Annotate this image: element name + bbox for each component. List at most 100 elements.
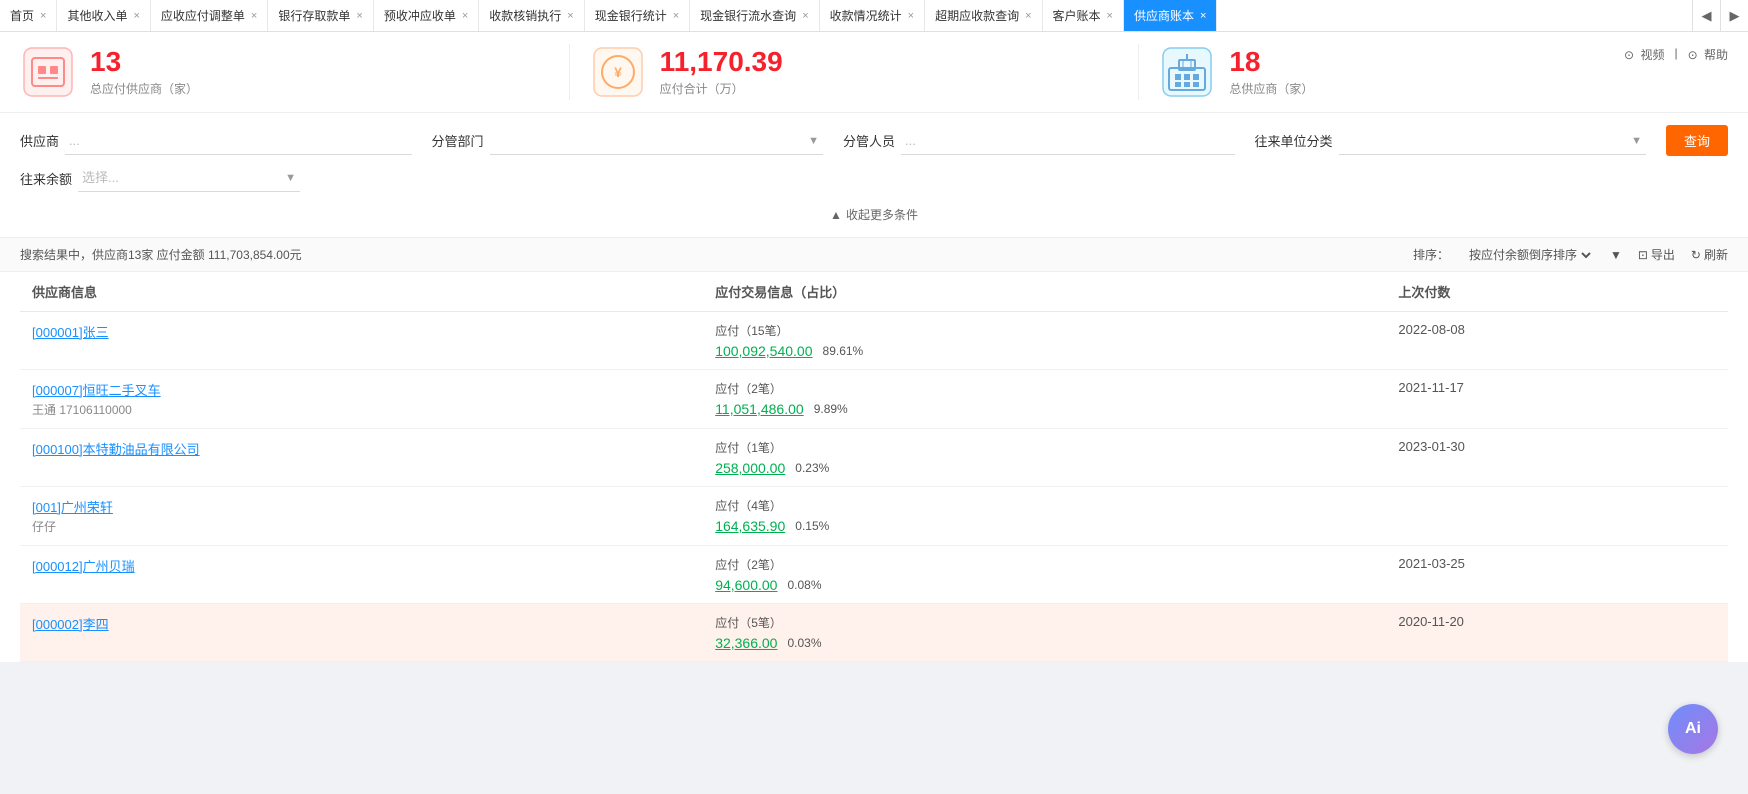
tx-cell: 应付（15笔）100,092,540.0089.61% xyxy=(703,312,1386,370)
filter-person: 分管人员 xyxy=(843,127,1235,155)
tx-percentage: 0.03% xyxy=(787,636,821,650)
close-tab-bank[interactable]: × xyxy=(356,10,362,22)
filter-supplier: 供应商 xyxy=(20,127,412,155)
export-button[interactable]: ⊡ 导出 xyxy=(1638,246,1675,263)
card-text-total: 18 总供应商（家） xyxy=(1229,47,1313,98)
tx-label: 应付（5笔） xyxy=(715,614,1374,631)
supplier-input[interactable] xyxy=(65,127,411,155)
supplier-cell: [000002]李四 xyxy=(20,604,703,662)
close-tab-prepay[interactable]: × xyxy=(462,10,468,22)
last-pay-date: 2021-03-25 xyxy=(1398,556,1465,571)
tx-amount[interactable]: 258,000.00 xyxy=(715,460,785,476)
result-actions: 排序： 按应付余额倒序排序 ▼ ⊡ 导出 ↻ 刷新 xyxy=(1413,246,1728,263)
last-pay-date: 2021-11-17 xyxy=(1398,380,1464,395)
filter-row-1: 供应商 分管部门 ▼ 分管人员 往来单位分类 ▼ 查询 xyxy=(20,125,1728,156)
close-tab-home[interactable]: × xyxy=(40,10,46,22)
dept-input[interactable] xyxy=(490,127,823,155)
tx-label: 应付（2笔） xyxy=(715,380,1374,397)
nav-prev-button[interactable]: ◀ xyxy=(1692,0,1720,32)
close-tab-cashflow[interactable]: × xyxy=(802,10,808,22)
tx-cell: 应付（1笔） 258,000.00 0.23% xyxy=(703,429,1386,487)
category-input[interactable] xyxy=(1339,127,1646,155)
query-button[interactable]: 查询 xyxy=(1666,125,1728,156)
category-label: 往来单位分类 xyxy=(1255,131,1333,150)
filter-category: 往来单位分类 ▼ xyxy=(1255,127,1647,155)
refresh-icon: ↻ xyxy=(1691,248,1701,262)
supplier-link[interactable]: [000002]李四 xyxy=(32,617,109,632)
supplier-cell: [000007]恒旺二手叉车王通 17106110000 xyxy=(20,370,703,429)
close-tab-recvstat[interactable]: × xyxy=(908,10,914,22)
balance-label: 往来余额 xyxy=(20,169,72,188)
nav-arrows: ◀ ▶ xyxy=(1692,0,1748,32)
nav-tab-prepay[interactable]: 预收冲应收单 × xyxy=(374,0,479,32)
nav-tab-overdue[interactable]: 超期应收款查询 × xyxy=(925,0,1042,32)
nav-next-button[interactable]: ▶ xyxy=(1720,0,1748,32)
card-text-amount: 11,170.39 应付合计（万） xyxy=(660,47,783,98)
tx-amount[interactable]: 164,635.90 xyxy=(715,518,785,534)
ai-assistant-button[interactable]: Ai xyxy=(1668,704,1718,754)
nav-tab-adjust[interactable]: 应收应付调整单 × xyxy=(151,0,268,32)
last-pay-cell: 2020-11-20 xyxy=(1386,604,1728,662)
nav-tab-income[interactable]: 其他收入单 × xyxy=(57,0,150,32)
close-tab-adjust[interactable]: × xyxy=(251,10,257,22)
result-summary: 搜索结果中，供应商13家 应付金额 111,703,854.00元 xyxy=(20,246,302,263)
tx-cell: 应付（4笔）164,635.900.15% xyxy=(703,487,1386,546)
supplier-link[interactable]: [000001]张三 xyxy=(32,325,109,340)
suppliers-label: 总应付供应商（家） xyxy=(90,80,198,97)
nav-tab-cashflow[interactable]: 现金银行流水查询 × xyxy=(690,0,819,32)
supplier-link[interactable]: [001]广州荣轩 xyxy=(32,500,113,515)
close-tab-income[interactable]: × xyxy=(133,10,139,22)
close-tab-cashstat[interactable]: × xyxy=(673,10,679,22)
nav-tab-home[interactable]: 首页 × xyxy=(0,0,57,32)
table-scroll[interactable]: 供应商信息 应付交易信息（占比） 上次付数 [000001]张三应付（15笔）1… xyxy=(20,272,1728,662)
close-tab-verify[interactable]: × xyxy=(567,10,573,22)
supplier-link[interactable]: [000007]恒旺二手叉车 xyxy=(32,383,161,398)
filter-row-2: 往来余额 ▼ xyxy=(20,164,1728,192)
last-pay-cell xyxy=(1386,487,1728,546)
tx-cell: 应付（2笔）11,051,486.009.89% xyxy=(703,370,1386,429)
close-tab-custbook[interactable]: × xyxy=(1107,10,1113,22)
balance-input[interactable] xyxy=(78,164,300,192)
refresh-button[interactable]: ↻ 刷新 xyxy=(1691,246,1728,263)
supplier-table: 供应商信息 应付交易信息（占比） 上次付数 [000001]张三应付（15笔）1… xyxy=(20,272,1728,662)
dept-select-wrap: ▼ xyxy=(490,127,823,155)
amount-label: 应付合计（万） xyxy=(660,80,783,97)
sort-down-icon: ▼ xyxy=(1610,248,1622,262)
export-icon: ⊡ xyxy=(1638,248,1648,262)
last-pay-cell: 2023-01-30 xyxy=(1386,429,1728,487)
tx-percentage: 0.15% xyxy=(795,519,829,533)
close-tab-overdue[interactable]: × xyxy=(1025,10,1031,22)
tx-amount[interactable]: 100,092,540.00 xyxy=(715,343,812,359)
suppliers-count: 13 xyxy=(90,47,198,78)
supplier-link[interactable]: [000012]广州贝瑞 xyxy=(32,559,135,574)
balance-select-wrap: ▼ xyxy=(78,164,300,192)
nav-tab-verify[interactable]: 收款核销执行 × xyxy=(479,0,584,32)
supplier-label: 供应商 xyxy=(20,131,59,150)
close-tab-suppbook[interactable]: × xyxy=(1200,10,1206,22)
nav-tab-custbook[interactable]: 客户账本 × xyxy=(1043,0,1124,32)
person-input[interactable] xyxy=(901,127,1234,155)
sort-select[interactable]: 按应付余额倒序排序 xyxy=(1465,247,1594,263)
table-row: [000007]恒旺二手叉车王通 17106110000 应付（2笔） 11,051… xyxy=(20,370,1728,429)
help-link[interactable]: ⊙ 帮助 xyxy=(1688,46,1728,63)
tx-amount[interactable]: 32,366.00 xyxy=(715,635,777,651)
collapse-button[interactable]: ▲ 收起更多条件 xyxy=(820,204,928,225)
supplier-sub-info: 王通 17106110000 xyxy=(32,401,691,418)
tx-label: 应付（1笔） xyxy=(715,439,1374,456)
nav-tab-cashstat[interactable]: 现金银行统计 × xyxy=(585,0,690,32)
nav-tab-suppbook[interactable]: 供应商账本 × xyxy=(1124,0,1217,32)
nav-tab-bank[interactable]: 银行存取款单 × xyxy=(268,0,373,32)
video-circle-icon: ⊙ xyxy=(1624,48,1634,62)
tx-amount[interactable]: 94,600.00 xyxy=(715,577,777,593)
tx-percentage: 0.23% xyxy=(795,461,829,475)
amount-icon: ¥ xyxy=(590,44,646,100)
data-table-wrap: 供应商信息 应付交易信息（占比） 上次付数 [000001]张三应付（15笔）1… xyxy=(0,272,1748,662)
last-pay-cell: 2022-08-08 xyxy=(1386,312,1728,370)
nav-tab-recvstat[interactable]: 收款情况统计 × xyxy=(820,0,925,32)
total-count: 18 xyxy=(1229,47,1313,78)
tx-amount[interactable]: 11,051,486.00 xyxy=(715,401,804,417)
video-link[interactable]: ⊙ 视频 xyxy=(1624,46,1664,63)
summary-bar: 13 总应付供应商（家） ¥ 11,170.39 应付合计（万） xyxy=(0,32,1748,113)
supplier-cell: [000001]张三 xyxy=(20,312,703,370)
supplier-link[interactable]: [000100]本特勤油品有限公司 xyxy=(32,442,200,457)
